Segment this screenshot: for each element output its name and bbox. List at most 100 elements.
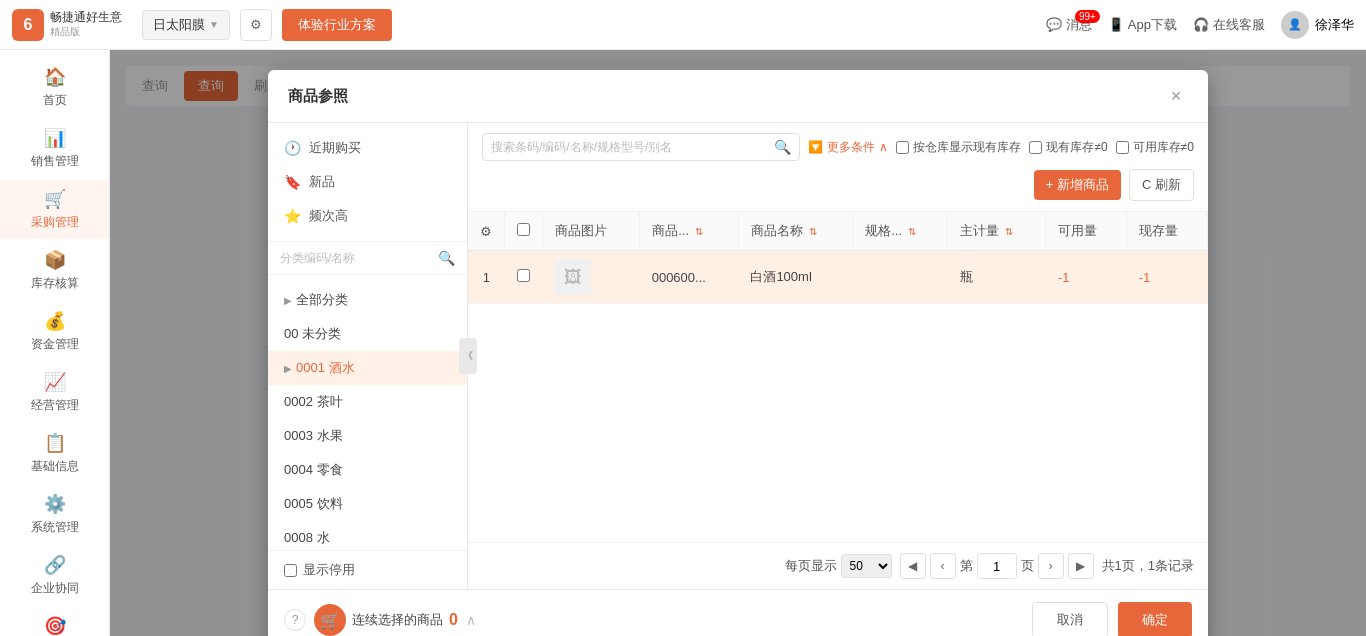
- tab-new-label: 新品: [309, 173, 335, 191]
- sidebar-item-basic-info[interactable]: 📋 基础信息: [0, 424, 109, 483]
- nonzero-available-checkbox[interactable]: [1116, 141, 1129, 154]
- prev-page-button[interactable]: ‹: [930, 553, 956, 579]
- tab-new-products[interactable]: 🔖 新品: [268, 165, 467, 199]
- confirm-button[interactable]: 确定: [1118, 602, 1192, 636]
- cancel-button[interactable]: 取消: [1032, 602, 1108, 636]
- settings-gear-button[interactable]: ⚙: [240, 9, 272, 41]
- sidebar-label-system: 系统管理: [31, 519, 79, 536]
- page-label: 第: [960, 557, 973, 575]
- category-item-0002[interactable]: 0002 茶叶: [268, 385, 467, 419]
- category-item-0005[interactable]: 0005 饮料: [268, 487, 467, 521]
- first-page-button[interactable]: ◀: [900, 553, 926, 579]
- online-service-nav-item[interactable]: 🎧 在线客服: [1193, 16, 1265, 34]
- tab-recent-label: 近期购买: [309, 139, 361, 157]
- cart-count: 0: [449, 611, 458, 629]
- guide-icon: 🎯: [44, 615, 66, 636]
- category-item-0003[interactable]: 0003 水果: [268, 419, 467, 453]
- row-unit: 瓶: [948, 251, 1046, 304]
- tab-recent-purchase[interactable]: 🕐 近期购买: [268, 131, 467, 165]
- app-download-nav-item[interactable]: 📱 App下载: [1108, 16, 1177, 34]
- cart-icon: 🛒: [314, 604, 346, 636]
- checkbox-nonzero-available[interactable]: 可用库存≠0: [1116, 139, 1194, 156]
- inventory-icon: 📦: [44, 249, 66, 271]
- category-item-0001[interactable]: ▶ 0001 酒水: [268, 351, 467, 385]
- col-image: 商品图片: [543, 212, 640, 251]
- logo-line2: 精品版: [50, 25, 122, 39]
- page-unit: 页: [1021, 557, 1034, 575]
- main-layout: 🏠 首页 📊 销售管理 🛒 采购管理 📦 库存核算 💰 资金管理 📈 经营管理 …: [0, 50, 1366, 636]
- logo-text-block: 畅捷通好生意 精品版: [50, 10, 122, 40]
- modal-close-button[interactable]: ×: [1164, 84, 1188, 108]
- product-search-input[interactable]: [491, 140, 768, 154]
- sidebar-item-inventory[interactable]: 📦 库存核算: [0, 241, 109, 300]
- col-unit[interactable]: 主计量 ⇅: [948, 212, 1046, 251]
- left-panel-collapse-button[interactable]: 《: [459, 338, 477, 374]
- more-filter-button[interactable]: 🔽 更多条件 ∧: [808, 139, 888, 156]
- category-item-0004[interactable]: 0004 零食: [268, 453, 467, 487]
- row-checkbox[interactable]: [517, 269, 530, 282]
- home-icon: 🏠: [44, 66, 66, 88]
- select-all-checkbox[interactable]: [517, 223, 530, 236]
- cart-area[interactable]: 🛒 连续选择的商品 0: [314, 604, 458, 636]
- sidebar-item-system[interactable]: ⚙️ 系统管理: [0, 485, 109, 544]
- sidebar-item-purchase[interactable]: 🛒 采购管理: [0, 180, 109, 239]
- table-row[interactable]: 1 🖼 000600... 白酒100ml: [468, 251, 1208, 304]
- page-size-select[interactable]: 10 20 50 100: [841, 554, 892, 578]
- by-warehouse-checkbox[interactable]: [896, 141, 909, 154]
- filter-arrow: ∧: [879, 140, 888, 154]
- checkbox-by-warehouse[interactable]: 按仓库显示现有库存: [896, 139, 1021, 156]
- col-settings[interactable]: ⚙: [468, 212, 505, 251]
- row-image-cell: 🖼: [543, 251, 640, 304]
- logo-area: 6 畅捷通好生意 精品版: [12, 9, 132, 41]
- col-spec[interactable]: 规格... ⇅: [853, 212, 948, 251]
- show-disabled-checkbox[interactable]: [284, 564, 297, 577]
- mobile-icon: 📱: [1108, 17, 1124, 32]
- message-icon: 💬: [1046, 17, 1062, 32]
- trial-button[interactable]: 体验行业方案: [282, 9, 392, 41]
- sidebar-label-basic: 基础信息: [31, 458, 79, 475]
- footer-collapse-icon[interactable]: ∧: [466, 612, 476, 628]
- sidebar-item-finance[interactable]: 💰 资金管理: [0, 302, 109, 361]
- sidebar-item-sales[interactable]: 📊 销售管理: [0, 119, 109, 178]
- col-code[interactable]: 商品... ⇅: [640, 212, 739, 251]
- category-search-input[interactable]: [280, 251, 432, 265]
- nonzero-stock-checkbox[interactable]: [1029, 141, 1042, 154]
- product-thumbnail: 🖼: [555, 259, 591, 295]
- col-name[interactable]: 商品名称 ⇅: [738, 212, 852, 251]
- sort-spec-icon: ⇅: [908, 226, 916, 237]
- footer-right: 取消 确定: [1032, 602, 1192, 636]
- last-page-button[interactable]: ▶: [1068, 553, 1094, 579]
- tab-frequent-label: 频次高: [309, 207, 348, 225]
- sidebar-item-home[interactable]: 🏠 首页: [0, 58, 109, 117]
- category-item-all[interactable]: ▶ 全部分类: [268, 283, 467, 317]
- row-name: 白酒100ml: [738, 251, 852, 304]
- help-icon-button[interactable]: ?: [284, 609, 306, 631]
- tab-frequent[interactable]: ⭐ 频次高: [268, 199, 467, 233]
- product-search-icon[interactable]: 🔍: [774, 139, 791, 155]
- col-available[interactable]: 可用量: [1046, 212, 1127, 251]
- purchase-icon: 🛒: [44, 188, 66, 210]
- row-stock: -1: [1127, 251, 1208, 304]
- category-label-0002: 0002 茶叶: [284, 393, 343, 411]
- checkbox-nonzero-stock[interactable]: 现有库存≠0: [1029, 139, 1107, 156]
- headset-icon: 🎧: [1193, 17, 1209, 32]
- store-selector[interactable]: 日太阳膜 ▼: [142, 10, 230, 40]
- sidebar-item-guide[interactable]: 🎯 新手引导: [0, 607, 109, 636]
- category-item-0008[interactable]: 0008 水: [268, 521, 467, 550]
- page-number-input[interactable]: [977, 553, 1017, 579]
- next-page-button[interactable]: ›: [1038, 553, 1064, 579]
- category-item-00[interactable]: 00 未分类: [268, 317, 467, 351]
- row-checkbox-cell[interactable]: [505, 251, 543, 304]
- user-info[interactable]: 👤 徐泽华: [1281, 11, 1354, 39]
- sort-code-icon: ⇅: [695, 226, 703, 237]
- modal-body: 🕐 近期购买 🔖 新品 ⭐ 频次高: [268, 123, 1208, 589]
- toolbar-right: + 新增商品 C 刷新: [1034, 169, 1194, 201]
- sidebar-item-enterprise[interactable]: 🔗 企业协同: [0, 546, 109, 605]
- message-nav-item[interactable]: 💬 消息 99+: [1046, 16, 1092, 34]
- right-panel: 🔍 🔽 更多条件 ∧ 按仓库显示现有库存: [468, 123, 1208, 589]
- sidebar-item-operations[interactable]: 📈 经营管理: [0, 363, 109, 422]
- category-search-icon[interactable]: 🔍: [438, 250, 455, 266]
- user-avatar: 👤: [1281, 11, 1309, 39]
- refresh-button[interactable]: C 刷新: [1129, 169, 1194, 201]
- add-product-button[interactable]: + 新增商品: [1034, 170, 1121, 200]
